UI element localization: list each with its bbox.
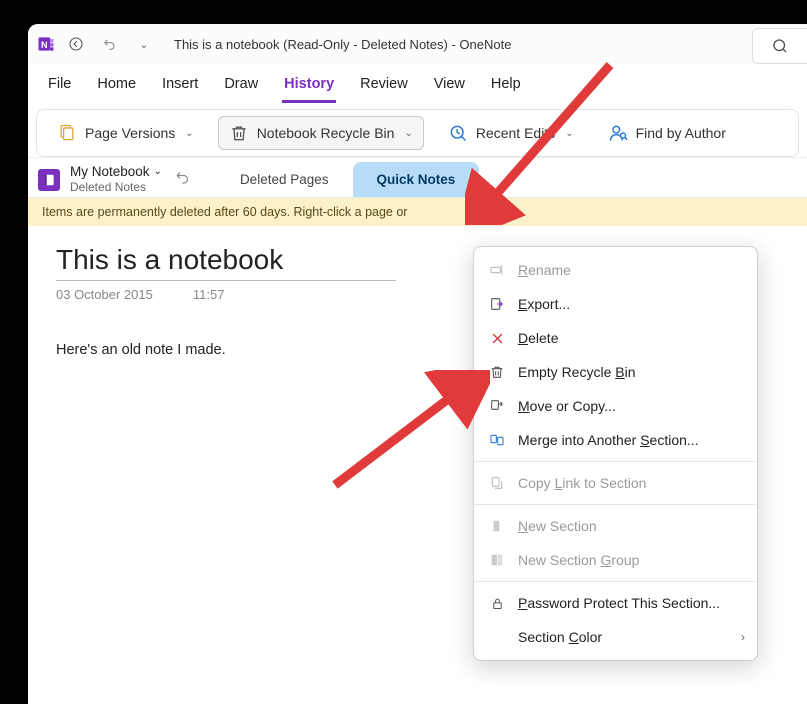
info-strip: Items are permanently deleted after 60 d… (28, 198, 807, 226)
page-time: 11:57 (193, 287, 225, 302)
menu-separator (474, 581, 757, 582)
menu-copy-link: Copy Link to Section (474, 466, 757, 500)
menu-delete[interactable]: Delete (474, 321, 757, 355)
titlebar: N ⌄ This is a notebook (Read-Only - Dele… (28, 24, 807, 64)
recent-edits-button[interactable]: Recent Edits ⌄ (438, 117, 584, 149)
menu-help[interactable]: Help (489, 72, 523, 103)
page-versions-button[interactable]: Page Versions ⌄ (47, 117, 204, 149)
notebook-icon (38, 169, 60, 191)
menubar: File Home Insert Draw History Review Vie… (28, 64, 807, 103)
tab-deleted-pages[interactable]: Deleted Pages (216, 162, 353, 197)
ribbon-inner: Page Versions ⌄ Notebook Recycle Bin ⌄ R… (36, 109, 799, 157)
menu-password-protect[interactable]: Password Protect This Section... (474, 586, 757, 620)
export-icon (488, 295, 506, 313)
page-title[interactable]: This is a notebook (56, 244, 396, 281)
menu-export[interactable]: Export... (474, 287, 757, 321)
menu-new-section: New Section (474, 509, 757, 543)
menu-move-or-copy[interactable]: Move or Copy... (474, 389, 757, 423)
section-context-menu: RRenameename Export... Delete Empty Recy… (473, 246, 758, 661)
notebook-bar: My Notebook ⌄ Deleted Notes Deleted Page… (28, 158, 807, 198)
page-date: 03 October 2015 (56, 287, 153, 302)
move-copy-icon (488, 397, 506, 415)
recycle-bin-button[interactable]: Notebook Recycle Bin ⌄ (218, 116, 424, 150)
window-title: This is a notebook (Read-Only - Deleted … (174, 37, 511, 52)
menu-view[interactable]: View (432, 72, 467, 103)
chevron-down-icon: ⌄ (565, 128, 573, 139)
chevron-right-icon: › (741, 630, 745, 644)
menu-draw[interactable]: Draw (222, 72, 260, 103)
menu-rename: RRenameename (474, 253, 757, 287)
chevron-down-icon: ⌄ (154, 166, 162, 178)
color-icon (488, 628, 506, 646)
menu-empty-recycle-bin[interactable]: Empty Recycle Bin (474, 355, 757, 389)
menu-history[interactable]: History (282, 72, 336, 103)
recycle-bin-label: Notebook Recycle Bin (257, 125, 395, 141)
app-window: N ⌄ This is a notebook (Read-Only - Dele… (28, 24, 807, 704)
copy-link-icon (488, 474, 506, 492)
chevron-down-icon: ⌄ (404, 128, 412, 139)
recent-edits-icon (448, 123, 468, 143)
menu-section-color[interactable]: Section Color › (474, 620, 757, 654)
menu-review[interactable]: Review (358, 72, 410, 103)
notebook-labels[interactable]: My Notebook ⌄ Deleted Notes (70, 164, 162, 195)
menu-merge-section[interactable]: Merge into Another Section... (474, 423, 757, 457)
find-author-label: Find by Author (636, 125, 726, 141)
menu-separator (474, 461, 757, 462)
page-versions-icon (57, 123, 77, 143)
svg-text:N: N (41, 40, 48, 50)
menu-insert[interactable]: Insert (160, 72, 200, 103)
notebook-undo-icon[interactable] (174, 168, 192, 191)
section-group-icon (488, 551, 506, 569)
trash-icon (488, 363, 506, 381)
menu-file[interactable]: File (46, 72, 73, 103)
section-tabs: Deleted Pages Quick Notes (216, 162, 479, 197)
section-icon (488, 517, 506, 535)
find-author-button[interactable]: Find by Author (598, 117, 736, 149)
menu-separator (474, 504, 757, 505)
trash-icon (229, 123, 249, 143)
notebook-name: My Notebook (70, 164, 150, 180)
ribbon: Page Versions ⌄ Notebook Recycle Bin ⌄ R… (28, 109, 807, 158)
delete-icon (488, 329, 506, 347)
find-author-icon (608, 123, 628, 143)
chevron-down-icon: ⌄ (185, 128, 193, 139)
rename-icon (488, 261, 506, 279)
lock-icon (488, 594, 506, 612)
qat-customize-button[interactable]: ⌄ (130, 30, 158, 58)
menu-home[interactable]: Home (95, 72, 138, 103)
back-button[interactable] (62, 30, 90, 58)
onenote-app-icon: N (36, 34, 56, 54)
page-versions-label: Page Versions (85, 125, 175, 141)
tab-quick-notes[interactable]: Quick Notes (353, 162, 480, 197)
menu-new-section-group: New Section Group (474, 543, 757, 577)
merge-icon (488, 431, 506, 449)
notebook-subtitle: Deleted Notes (70, 180, 162, 194)
search-button[interactable] (752, 28, 807, 64)
recent-edits-label: Recent Edits (476, 125, 555, 141)
undo-button[interactable] (96, 30, 124, 58)
